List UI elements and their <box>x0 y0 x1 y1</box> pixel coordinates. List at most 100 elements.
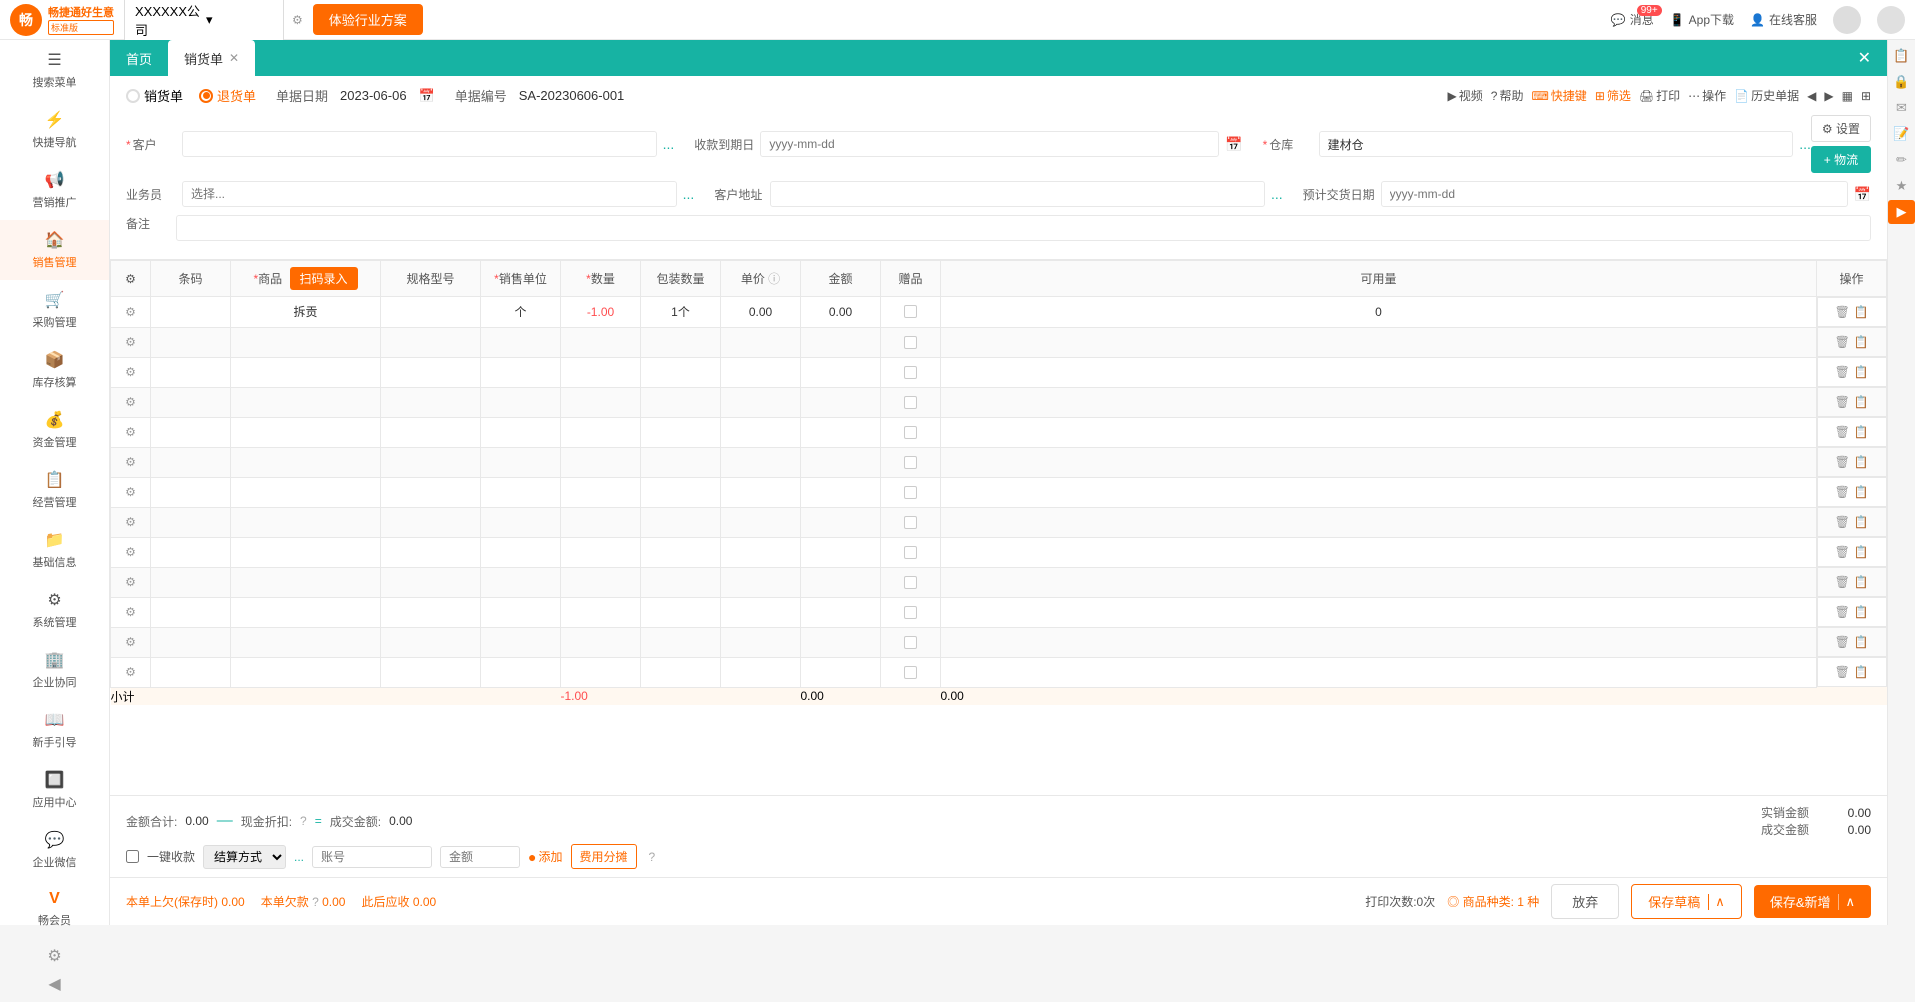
row-barcode-cell[interactable] <box>151 447 231 477</box>
customer-address-input[interactable] <box>770 181 1265 207</box>
row-gift-cell[interactable] <box>881 657 941 687</box>
row-delete-icon[interactable]: 🗑 <box>1835 395 1850 409</box>
row-price-cell[interactable] <box>721 357 801 387</box>
row-unit-cell[interactable] <box>481 477 561 507</box>
address-ellipsis-icon[interactable]: ... <box>1271 186 1283 202</box>
receive-date-input[interactable] <box>760 131 1219 157</box>
row-actions-cell[interactable]: 🗑 📋 <box>1817 567 1887 597</box>
row-delete-icon[interactable]: 🗑 <box>1835 455 1850 469</box>
view-list-button[interactable]: ⊞ <box>1861 89 1871 103</box>
sidebar-item-enterprise[interactable]: 🏢 企业协同 <box>0 640 109 700</box>
calendar-icon-1[interactable]: 📅 <box>1225 136 1242 153</box>
row-delete-icon[interactable]: 🗑 <box>1835 545 1850 559</box>
row-actions-cell[interactable]: 🗑 📋 <box>1817 387 1887 417</box>
trial-button[interactable]: 体验行业方案 <box>313 4 423 35</box>
row-copy-icon[interactable]: 📋 <box>1854 455 1869 469</box>
row-product-cell[interactable] <box>231 447 381 477</box>
settings-button[interactable]: ⚙ 设置 <box>1811 115 1871 142</box>
row-pkg-qty-cell[interactable] <box>641 507 721 537</box>
row-quantity-cell[interactable] <box>561 387 641 417</box>
sidebar-item-sales[interactable]: 🏠 销售管理 <box>0 220 109 280</box>
row-actions-cell[interactable]: 🗑 📋 <box>1817 477 1887 507</box>
avatar[interactable] <box>1833 6 1861 34</box>
row-barcode-cell[interactable] <box>151 657 231 687</box>
next-button[interactable]: ▶ <box>1824 89 1833 103</box>
row-gift-cell[interactable] <box>881 627 941 657</box>
right-tool-pen[interactable]: ✏ <box>1890 148 1914 172</box>
row-spec-cell[interactable] <box>381 507 481 537</box>
bottom-collapse-icon[interactable]: ◀ <box>48 974 60 994</box>
row-unit-cell[interactable] <box>481 627 561 657</box>
row-price-cell[interactable] <box>721 417 801 447</box>
row-unit-cell[interactable] <box>481 417 561 447</box>
row-copy-icon[interactable]: 📋 <box>1854 575 1869 589</box>
row-copy-icon[interactable]: 📋 <box>1854 485 1869 499</box>
row-delete-icon[interactable]: 🗑 <box>1835 485 1850 499</box>
row-price-cell[interactable] <box>721 657 801 687</box>
row-pkg-qty-cell[interactable] <box>641 477 721 507</box>
row-barcode-cell[interactable] <box>151 357 231 387</box>
row-actions-cell[interactable]: 🗑 📋 <box>1817 357 1887 387</box>
shortcuts-button[interactable]: ⌨ 快捷键 <box>1531 87 1586 104</box>
sidebar-item-quick-nav[interactable]: ⚡ 快捷导航 <box>0 100 109 160</box>
expense-button[interactable]: 费用分摊 <box>571 844 637 869</box>
row-delete-icon[interactable]: 🗑 <box>1835 425 1850 439</box>
row-amount-cell[interactable] <box>801 387 881 417</box>
row-barcode-cell[interactable] <box>151 507 231 537</box>
row-quantity-cell[interactable] <box>561 327 641 357</box>
company-selector[interactable]: XXXXXX公司 ▾ <box>124 0 284 44</box>
row-copy-icon[interactable]: 📋 <box>1854 665 1869 679</box>
row-barcode-cell[interactable] <box>151 477 231 507</box>
row-copy-icon[interactable]: 📋 <box>1854 395 1869 409</box>
row-quantity-cell[interactable] <box>561 537 641 567</box>
row-gift-cell[interactable] <box>881 597 941 627</box>
remarks-input[interactable] <box>176 215 1871 241</box>
warehouse-ellipsis-icon[interactable]: ... <box>1799 136 1811 152</box>
row-pkg-qty-cell[interactable] <box>641 357 721 387</box>
sidebar-item-basic[interactable]: 📁 基础信息 <box>0 520 109 580</box>
row-gift-cell[interactable] <box>881 477 941 507</box>
row-product-cell[interactable] <box>231 597 381 627</box>
row-delete-icon[interactable]: 🗑 <box>1835 605 1850 619</box>
app-download-button[interactable]: 📱 App下载 <box>1670 11 1734 28</box>
right-tool-note[interactable]: 📋 <box>1890 44 1914 68</box>
one-key-pay-checkbox[interactable] <box>126 850 139 863</box>
right-tool-edit[interactable]: 📝 <box>1890 122 1914 146</box>
row-unit-cell[interactable] <box>481 387 561 417</box>
right-tool-star[interactable]: ★ <box>1890 174 1914 198</box>
row-pkg-qty-cell[interactable] <box>641 447 721 477</box>
row-gift-cell[interactable] <box>881 567 941 597</box>
owed-info-icon[interactable]: ? <box>312 895 319 909</box>
expense-info-icon[interactable]: ? <box>649 850 656 864</box>
row-unit-cell[interactable] <box>481 447 561 477</box>
row-gift-cell[interactable] <box>881 447 941 477</box>
row-product-cell[interactable] <box>231 627 381 657</box>
row-amount-cell[interactable] <box>801 477 881 507</box>
row-unit-cell[interactable] <box>481 537 561 567</box>
row-copy-icon[interactable]: 📋 <box>1854 365 1869 379</box>
row-spec-cell[interactable] <box>381 327 481 357</box>
discount-info-icon[interactable]: ? <box>300 814 307 828</box>
prev-button[interactable]: ◀ <box>1807 89 1816 103</box>
row-price-cell[interactable] <box>721 477 801 507</box>
row-product-cell[interactable] <box>231 477 381 507</box>
row-barcode-cell[interactable] <box>151 387 231 417</box>
row-spec-cell[interactable] <box>381 537 481 567</box>
row-amount-cell[interactable] <box>801 447 881 477</box>
settings-icon[interactable]: ⚙ <box>292 13 303 27</box>
row-amount-cell[interactable] <box>801 507 881 537</box>
row-barcode-cell[interactable] <box>151 327 231 357</box>
row-unit-cell[interactable] <box>481 597 561 627</box>
avatar-extra[interactable] <box>1877 6 1905 34</box>
row-quantity-cell[interactable] <box>561 567 641 597</box>
expected-date-input[interactable] <box>1381 181 1848 207</box>
row-product-cell[interactable] <box>231 657 381 687</box>
row-delete-icon[interactable]: 🗑 <box>1835 305 1850 319</box>
sidebar-item-search[interactable]: ☰ 搜索菜单 <box>0 40 109 100</box>
row-spec-cell[interactable] <box>381 297 481 328</box>
sidebar-item-inventory[interactable]: 📦 库存核算 <box>0 340 109 400</box>
row-unit-cell[interactable] <box>481 327 561 357</box>
row-gift-cell[interactable] <box>881 417 941 447</box>
row-gift-cell[interactable] <box>881 327 941 357</box>
row-product-cell[interactable] <box>231 537 381 567</box>
